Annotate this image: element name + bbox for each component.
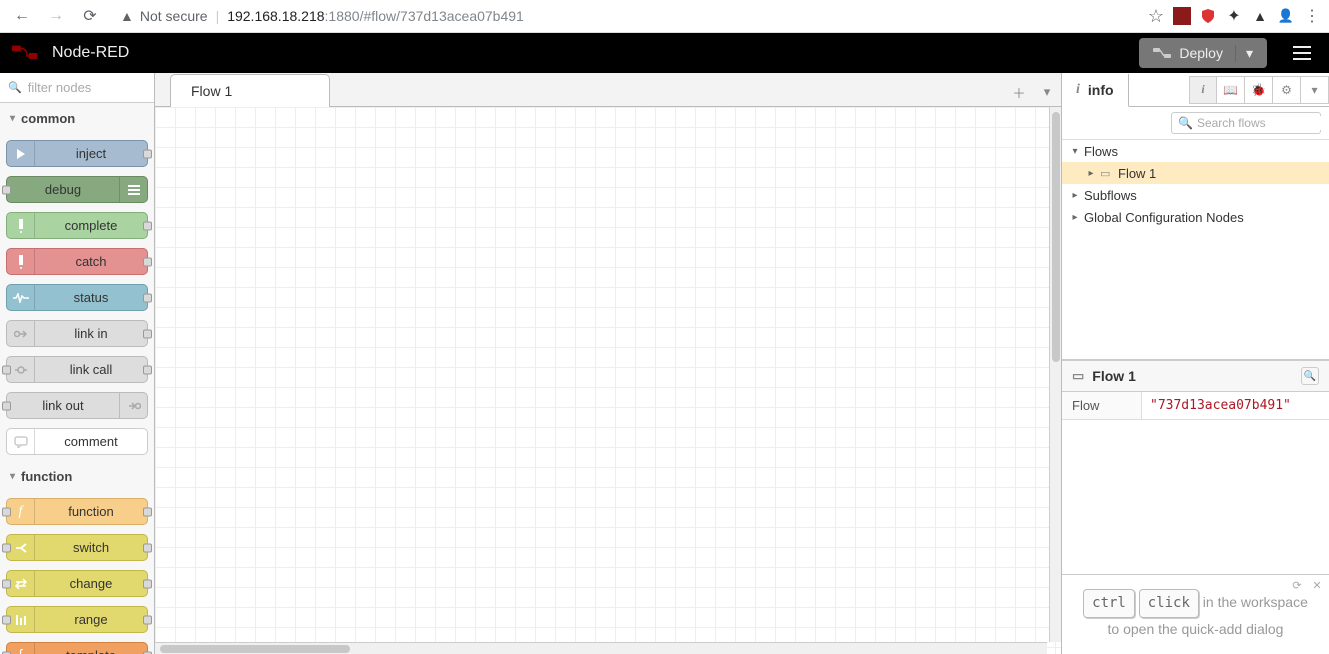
- input-port: [2, 401, 11, 410]
- chevron-down-icon: ▾: [10, 471, 15, 482]
- search-flows-input[interactable]: [1197, 116, 1329, 130]
- horizontal-scrollbar[interactable]: [155, 642, 1047, 654]
- kbd-click: click: [1139, 589, 1199, 617]
- forward-button[interactable]: →: [42, 2, 70, 30]
- lab-icon[interactable]: ▲: [1251, 7, 1269, 25]
- palette-node-status[interactable]: status: [6, 284, 148, 311]
- sidebar-btn-more[interactable]: ▾: [1301, 76, 1329, 104]
- kbd-ctrl: ctrl: [1083, 589, 1135, 617]
- sidebar-btn-config[interactable]: ⚙: [1273, 76, 1301, 104]
- extensions-icon[interactable]: ✦: [1225, 7, 1243, 25]
- detail-header: ▭ Flow 1 🔍: [1062, 360, 1329, 392]
- address-bar[interactable]: ▲ Not secure | 192.168.18.218:1880/#flow…: [110, 8, 1141, 24]
- category-label: common: [21, 111, 75, 126]
- tab-flow1[interactable]: Flow 1: [170, 74, 330, 107]
- category-common[interactable]: ▾ common: [0, 103, 154, 134]
- sidebar-btn-info[interactable]: i: [1189, 76, 1217, 104]
- outline-tree: ▾ Flows ▸ ▭ Flow 1 ▸ Subflows ▸ Global C…: [1062, 140, 1329, 360]
- prop-key: Flow: [1062, 392, 1142, 419]
- palette-node-switch[interactable]: switch: [6, 534, 148, 561]
- not-secure-text: Not secure: [140, 8, 208, 24]
- prop-value: "737d13acea07b491": [1142, 392, 1329, 419]
- sidebar-btn-debug[interactable]: 🐞: [1245, 76, 1273, 104]
- tip-text: in the workspace to open the quick-add d…: [1108, 594, 1308, 636]
- deploy-caret-icon[interactable]: ▾: [1235, 45, 1253, 62]
- palette-node-linkcall[interactable]: link call: [6, 356, 148, 383]
- detail-title: Flow 1: [1092, 368, 1136, 384]
- flow-icon: ▭: [1100, 167, 1114, 180]
- not-secure-badge: ▲ Not secure: [120, 8, 208, 24]
- tips-panel: ⟳ ✕ ctrl click in the workspace to open …: [1062, 574, 1329, 654]
- search-icon: 🔍: [1178, 116, 1193, 130]
- star-icon[interactable]: ☆: [1147, 7, 1165, 25]
- canvas[interactable]: [155, 107, 1061, 654]
- nodered-logo: [12, 44, 42, 62]
- warning-icon: ▲: [120, 8, 134, 24]
- browser-chrome: ← → ⟳ ▲ Not secure | 192.168.18.218:1880…: [0, 0, 1329, 33]
- palette-node-linkout[interactable]: link out: [6, 392, 148, 419]
- deploy-button[interactable]: Deploy ▾: [1139, 38, 1267, 68]
- main-menu-button[interactable]: [1287, 38, 1317, 68]
- output-port: [143, 329, 152, 338]
- search-button[interactable]: 🔍: [1301, 367, 1319, 385]
- vertical-scrollbar[interactable]: [1049, 107, 1061, 642]
- flow-tabs: Flow 1 ＋ ▾: [155, 73, 1061, 107]
- filter-nodes-box[interactable]: 🔍: [0, 73, 154, 103]
- app-title: Node-RED: [52, 44, 129, 62]
- refresh-tip-icon[interactable]: ⟳: [1289, 579, 1305, 595]
- flow-menu-button[interactable]: ▾: [1033, 78, 1061, 106]
- palette-node-catch[interactable]: catch: [6, 248, 148, 275]
- back-button[interactable]: ←: [8, 2, 36, 30]
- reload-button[interactable]: ⟳: [76, 2, 104, 30]
- app-header: Node-RED Deploy ▾: [0, 33, 1329, 73]
- category-label: function: [21, 469, 72, 484]
- deploy-label: Deploy: [1179, 45, 1223, 61]
- sidebar-btn-help[interactable]: 📖: [1217, 76, 1245, 104]
- info-icon: i: [1076, 82, 1080, 98]
- chevron-down-icon: ▾: [1070, 146, 1080, 157]
- palette-node-inject[interactable]: inject: [6, 140, 148, 167]
- output-port: [143, 149, 152, 158]
- input-port: [2, 185, 11, 194]
- workspace: Flow 1 ＋ ▾: [155, 73, 1061, 654]
- palette-node-debug[interactable]: debug: [6, 176, 148, 203]
- chevron-right-icon: ▸: [1070, 212, 1080, 223]
- ublock-icon[interactable]: [1199, 7, 1217, 25]
- chevron-right-icon: ▸: [1070, 190, 1080, 201]
- palette-node-template[interactable]: { template: [6, 642, 148, 654]
- palette-node-linkin[interactable]: link in: [6, 320, 148, 347]
- search-flows-box[interactable]: 🔍 ▾: [1171, 112, 1321, 134]
- url-text: 192.168.18.218:1880/#flow/737d13acea07b4…: [227, 8, 524, 24]
- tree-flows[interactable]: ▾ Flows: [1062, 140, 1329, 162]
- palette-node-comment[interactable]: comment: [6, 428, 148, 455]
- output-port: [143, 221, 152, 230]
- flow-icon: ▭: [1072, 368, 1084, 384]
- palette-node-complete[interactable]: complete: [6, 212, 148, 239]
- chevron-right-icon: ▸: [1086, 168, 1096, 179]
- property-row: Flow "737d13acea07b491": [1062, 392, 1329, 420]
- input-port: [2, 365, 11, 374]
- search-icon: 🔍: [8, 81, 22, 94]
- chevron-down-icon: ▾: [10, 113, 15, 124]
- output-port: [143, 365, 152, 374]
- palette: 🔍 ▾ common inject debug: [0, 73, 155, 654]
- chrome-menu-icon[interactable]: ⋮: [1303, 7, 1321, 25]
- output-port: [143, 257, 152, 266]
- category-function[interactable]: ▾ function: [0, 461, 154, 492]
- palette-node-function[interactable]: f function: [6, 498, 148, 525]
- tree-subflows[interactable]: ▸ Subflows: [1062, 184, 1329, 206]
- close-tip-icon[interactable]: ✕: [1309, 579, 1325, 595]
- tree-flow1[interactable]: ▸ ▭ Flow 1: [1062, 162, 1329, 184]
- palette-node-range[interactable]: range: [6, 606, 148, 633]
- extension-icon[interactable]: [1173, 7, 1191, 25]
- deploy-icon: [1153, 46, 1171, 60]
- tree-config-nodes[interactable]: ▸ Global Configuration Nodes: [1062, 206, 1329, 228]
- add-flow-button[interactable]: ＋: [1005, 78, 1033, 106]
- sidebar-tab-info[interactable]: i info: [1062, 74, 1129, 107]
- profile-icon[interactable]: 👤: [1277, 7, 1295, 25]
- sidebar: i info i 📖 🐞 ⚙ ▾ 🔍 ▾ ▾ Flows: [1061, 73, 1329, 654]
- palette-node-change[interactable]: change: [6, 570, 148, 597]
- output-port: [143, 293, 152, 302]
